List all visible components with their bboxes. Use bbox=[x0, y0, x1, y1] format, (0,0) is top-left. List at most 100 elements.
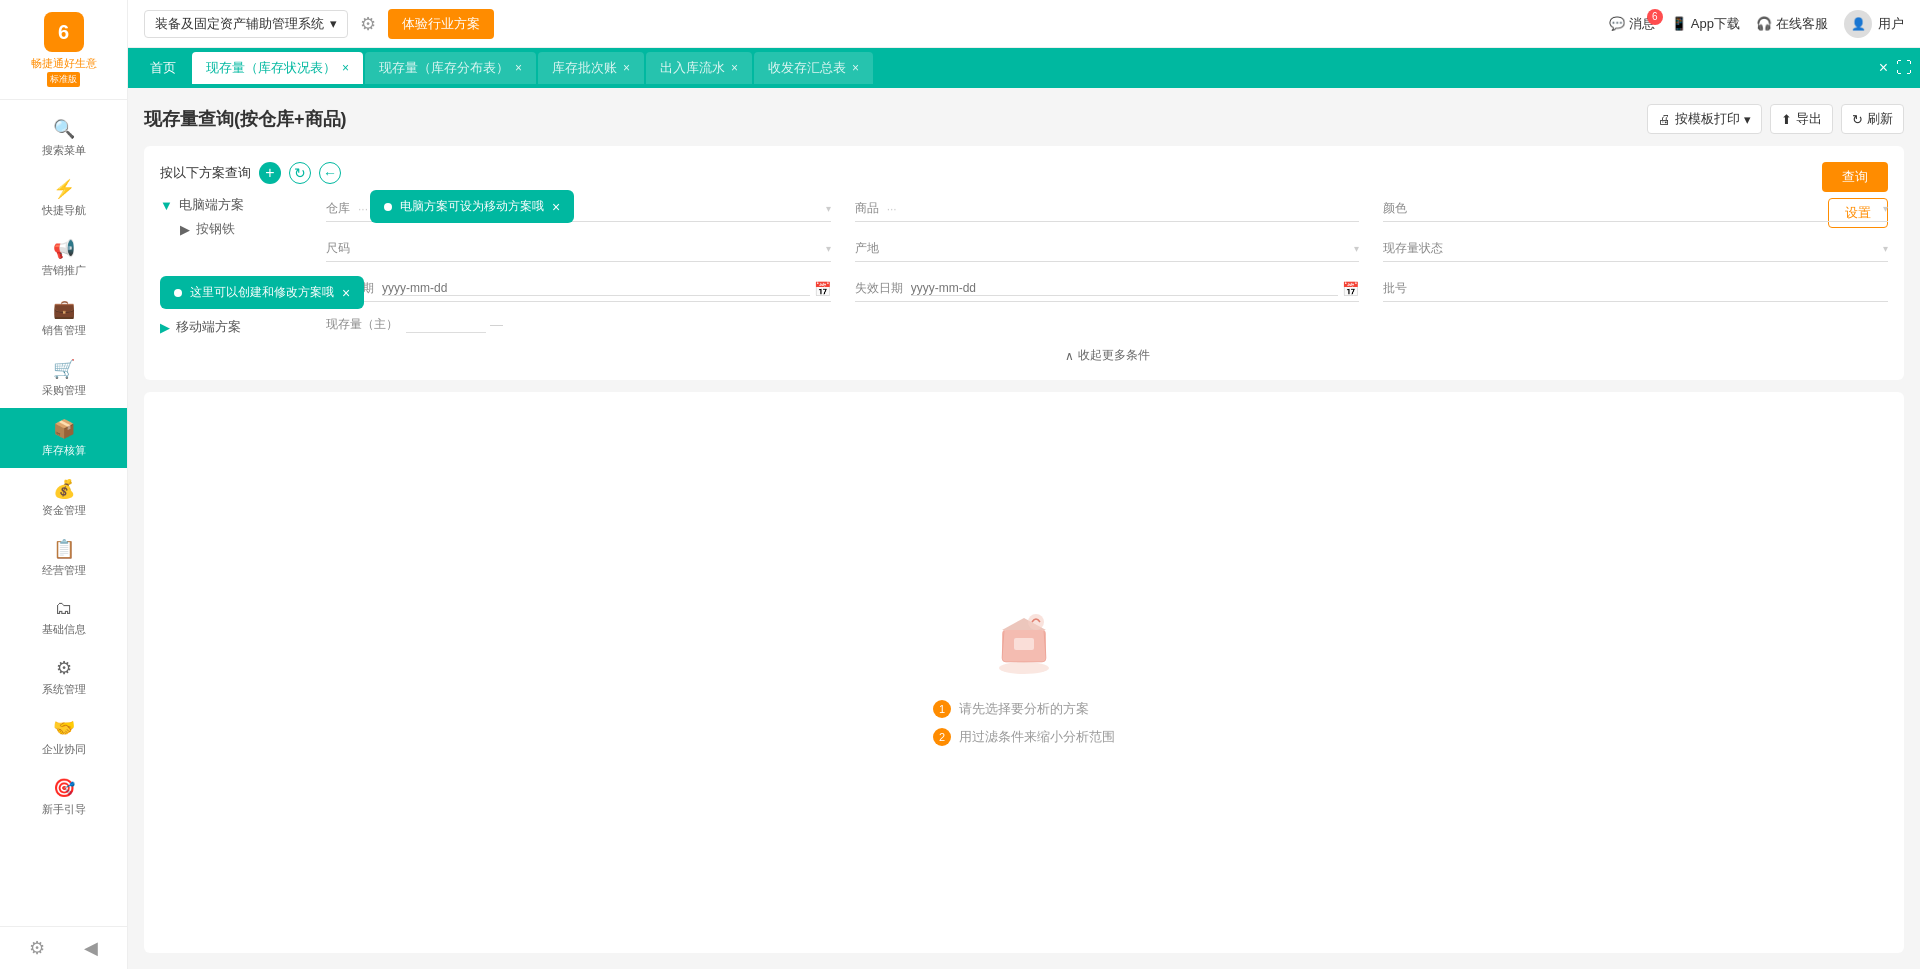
tab-stock-status[interactable]: 现存量（库存状况表） × bbox=[192, 52, 363, 84]
sidebar-item-finance[interactable]: 💰 资金管理 bbox=[0, 468, 127, 528]
export-button[interactable]: ⬆ 导出 bbox=[1770, 104, 1833, 134]
origin-select-row[interactable]: 产地 ▾ bbox=[855, 236, 1360, 262]
sidebar-label-inventory: 库存核算 bbox=[42, 443, 86, 458]
expire-date-row[interactable]: 失效日期 📅 bbox=[855, 276, 1360, 302]
filter-add-button[interactable]: + bbox=[259, 162, 281, 184]
origin-dropdown-icon: ▾ bbox=[1354, 243, 1359, 254]
search-icon: 🔍 bbox=[53, 118, 75, 140]
tab-flow[interactable]: 出入库流水 × bbox=[646, 52, 752, 84]
template-print-button[interactable]: 🖨 按模板打印 ▾ bbox=[1647, 104, 1762, 134]
sidebar-label-quick-nav: 快捷导航 bbox=[42, 203, 86, 218]
sidebar-item-guide[interactable]: 🎯 新手引导 bbox=[0, 767, 127, 827]
settings-bottom-icon[interactable]: ⚙ bbox=[29, 937, 45, 959]
user-label: 用户 bbox=[1878, 15, 1904, 33]
stock-main-label: 现存量（主） bbox=[326, 316, 398, 333]
sidebar-label-finance: 资金管理 bbox=[42, 503, 86, 518]
sidebar-label-base: 基础信息 bbox=[42, 622, 86, 637]
color-select-row[interactable]: 颜色 ▾ bbox=[1383, 196, 1888, 222]
tab-stock-dist-close[interactable]: × bbox=[515, 61, 522, 75]
filter-refresh-button[interactable]: ↻ bbox=[289, 162, 311, 184]
topbar-settings-icon[interactable]: ⚙ bbox=[360, 13, 376, 35]
sidebar-label-search: 搜索菜单 bbox=[42, 143, 86, 158]
svg-point-0 bbox=[999, 662, 1049, 674]
sidebar-item-quick-nav[interactable]: ⚡ 快捷导航 bbox=[0, 168, 127, 228]
empty-steps: 1 请先选择要分析的方案 2 用过滤条件来缩小分析范围 bbox=[933, 700, 1115, 746]
schema-pc-label: 电脑端方案 bbox=[179, 196, 244, 214]
tab-batch-close[interactable]: × bbox=[623, 61, 630, 75]
refresh-icon: ↻ bbox=[1852, 112, 1863, 127]
stock-status-select-row[interactable]: 现存量状态 ▾ bbox=[1383, 236, 1888, 262]
refresh-button[interactable]: ↻ 刷新 bbox=[1841, 104, 1904, 134]
expire-date-calendar-icon[interactable]: 📅 bbox=[1342, 281, 1359, 297]
tab-batch[interactable]: 库存批次账 × bbox=[538, 52, 644, 84]
tab-summary[interactable]: 收发存汇总表 × bbox=[754, 52, 873, 84]
template-arrow: ▾ bbox=[1744, 112, 1751, 127]
tab-expand[interactable]: ⛶ bbox=[1896, 59, 1912, 77]
tab-summary-close[interactable]: × bbox=[852, 61, 859, 75]
tooltip2-close[interactable]: × bbox=[342, 285, 350, 301]
field-goods: 商品 ··· bbox=[855, 196, 1360, 222]
svg-point-3 bbox=[1028, 614, 1044, 630]
print-icon: 🖨 bbox=[1658, 112, 1671, 127]
stock-main-min[interactable] bbox=[406, 317, 486, 333]
collab-icon: 🤝 bbox=[53, 717, 75, 739]
trial-button[interactable]: 体验行业方案 bbox=[388, 9, 494, 39]
tab-stock-status-close[interactable]: × bbox=[342, 61, 349, 75]
schema-mobile-toggle[interactable]: ▶ bbox=[160, 320, 170, 335]
collapse-conditions-button[interactable]: ∧ 收起更多条件 bbox=[326, 347, 1888, 364]
goods-select-row[interactable]: 商品 ··· bbox=[855, 196, 1360, 222]
tab-home[interactable]: 首页 bbox=[136, 52, 190, 84]
system-select[interactable]: 装备及固定资产辅助管理系统 ▾ bbox=[144, 10, 348, 38]
message-button[interactable]: 💬 消息 6 bbox=[1609, 15, 1655, 33]
origin-label: 产地 bbox=[855, 240, 879, 257]
filter-back-button[interactable]: ← bbox=[319, 162, 341, 184]
tooltip1-close[interactable]: × bbox=[552, 199, 560, 215]
schema-pc-item-gangtic[interactable]: ▶ 按钢铁 bbox=[180, 220, 310, 238]
sidebar-item-system[interactable]: ⚙ 系统管理 bbox=[0, 647, 127, 707]
schema-pc-row: ▼ 电脑端方案 bbox=[160, 196, 310, 214]
tabs-controls: × ⛶ bbox=[1879, 59, 1912, 77]
schema-pc-toggle[interactable]: ▼ bbox=[160, 198, 173, 213]
tabs-bar: 首页 现存量（库存状况表） × 现存量（库存分布表） × 库存批次账 × 出入库… bbox=[128, 48, 1920, 88]
collapse-sidebar-icon[interactable]: ◀ bbox=[84, 937, 98, 959]
sidebar-item-sales[interactable]: 💼 销售管理 bbox=[0, 288, 127, 348]
stock-status-dropdown-icon: ▾ bbox=[1883, 243, 1888, 254]
tab-close-all[interactable]: × bbox=[1879, 59, 1888, 77]
sidebar-item-search[interactable]: 🔍 搜索菜单 bbox=[0, 108, 127, 168]
sidebar-item-inventory[interactable]: 📦 库存核算 bbox=[0, 408, 127, 468]
schema-pc-items: ▶ 按钢铁 bbox=[160, 220, 310, 238]
tooltip2-text: 这里可以创建和修改方案哦 bbox=[190, 284, 334, 301]
user-menu[interactable]: 👤 用户 bbox=[1844, 10, 1904, 38]
online-service-button[interactable]: 🎧 在线客服 bbox=[1756, 15, 1828, 33]
tab-stock-dist[interactable]: 现存量（库存分布表） × bbox=[365, 52, 536, 84]
produce-date-input[interactable] bbox=[382, 281, 810, 296]
sidebar-logo[interactable]: 6 畅捷通好生意 标准版 bbox=[0, 0, 127, 100]
sidebar-item-ops[interactable]: 📋 经营管理 bbox=[0, 528, 127, 588]
size-select-row[interactable]: 尺码 ▾ bbox=[326, 236, 831, 262]
tab-flow-close[interactable]: × bbox=[731, 61, 738, 75]
sidebar-nav: 🔍 搜索菜单 ⚡ 快捷导航 📢 营销推广 💼 销售管理 🛒 采购管理 📦 库存核… bbox=[0, 100, 127, 926]
size-label: 尺码 bbox=[326, 240, 350, 257]
sidebar-item-collab[interactable]: 🤝 企业协同 bbox=[0, 707, 127, 767]
field-stock-status: 现存量状态 ▾ bbox=[1383, 236, 1888, 262]
batch-select-row[interactable]: 批号 bbox=[1383, 276, 1888, 302]
schema-mobile-row: ▶ 移动端方案 bbox=[160, 318, 310, 336]
collapse-arrow-icon: ∧ bbox=[1065, 349, 1074, 363]
sidebar-item-base[interactable]: 🗂 基础信息 bbox=[0, 588, 127, 647]
marketing-icon: 📢 bbox=[53, 238, 75, 260]
schema-list: ▼ 电脑端方案 ▶ 按钢铁 这里可以创建和修改方案哦 bbox=[160, 196, 310, 364]
expire-date-label: 失效日期 bbox=[855, 280, 903, 297]
quick-nav-icon: ⚡ bbox=[53, 178, 75, 200]
app-download-button[interactable]: 📱 App下载 bbox=[1671, 15, 1740, 33]
expire-date-input[interactable] bbox=[911, 281, 1339, 296]
logo-icon: 6 bbox=[44, 12, 84, 52]
produce-date-row[interactable]: 生产日期 📅 bbox=[326, 276, 831, 302]
sidebar-item-purchase[interactable]: 🛒 采购管理 bbox=[0, 348, 127, 408]
field-stock-main: 现存量（主） — bbox=[326, 316, 839, 333]
produce-date-calendar-icon[interactable]: 📅 bbox=[814, 281, 831, 297]
empty-step-2: 2 用过滤条件来缩小分析范围 bbox=[933, 728, 1115, 746]
finance-icon: 💰 bbox=[53, 478, 75, 500]
filter-header: 按以下方案查询 + ↻ ← 电脑方案可设为移动方案哦 × bbox=[160, 162, 1888, 184]
sidebar-label-ops: 经营管理 bbox=[42, 563, 86, 578]
sidebar-item-marketing[interactable]: 📢 营销推广 bbox=[0, 228, 127, 288]
